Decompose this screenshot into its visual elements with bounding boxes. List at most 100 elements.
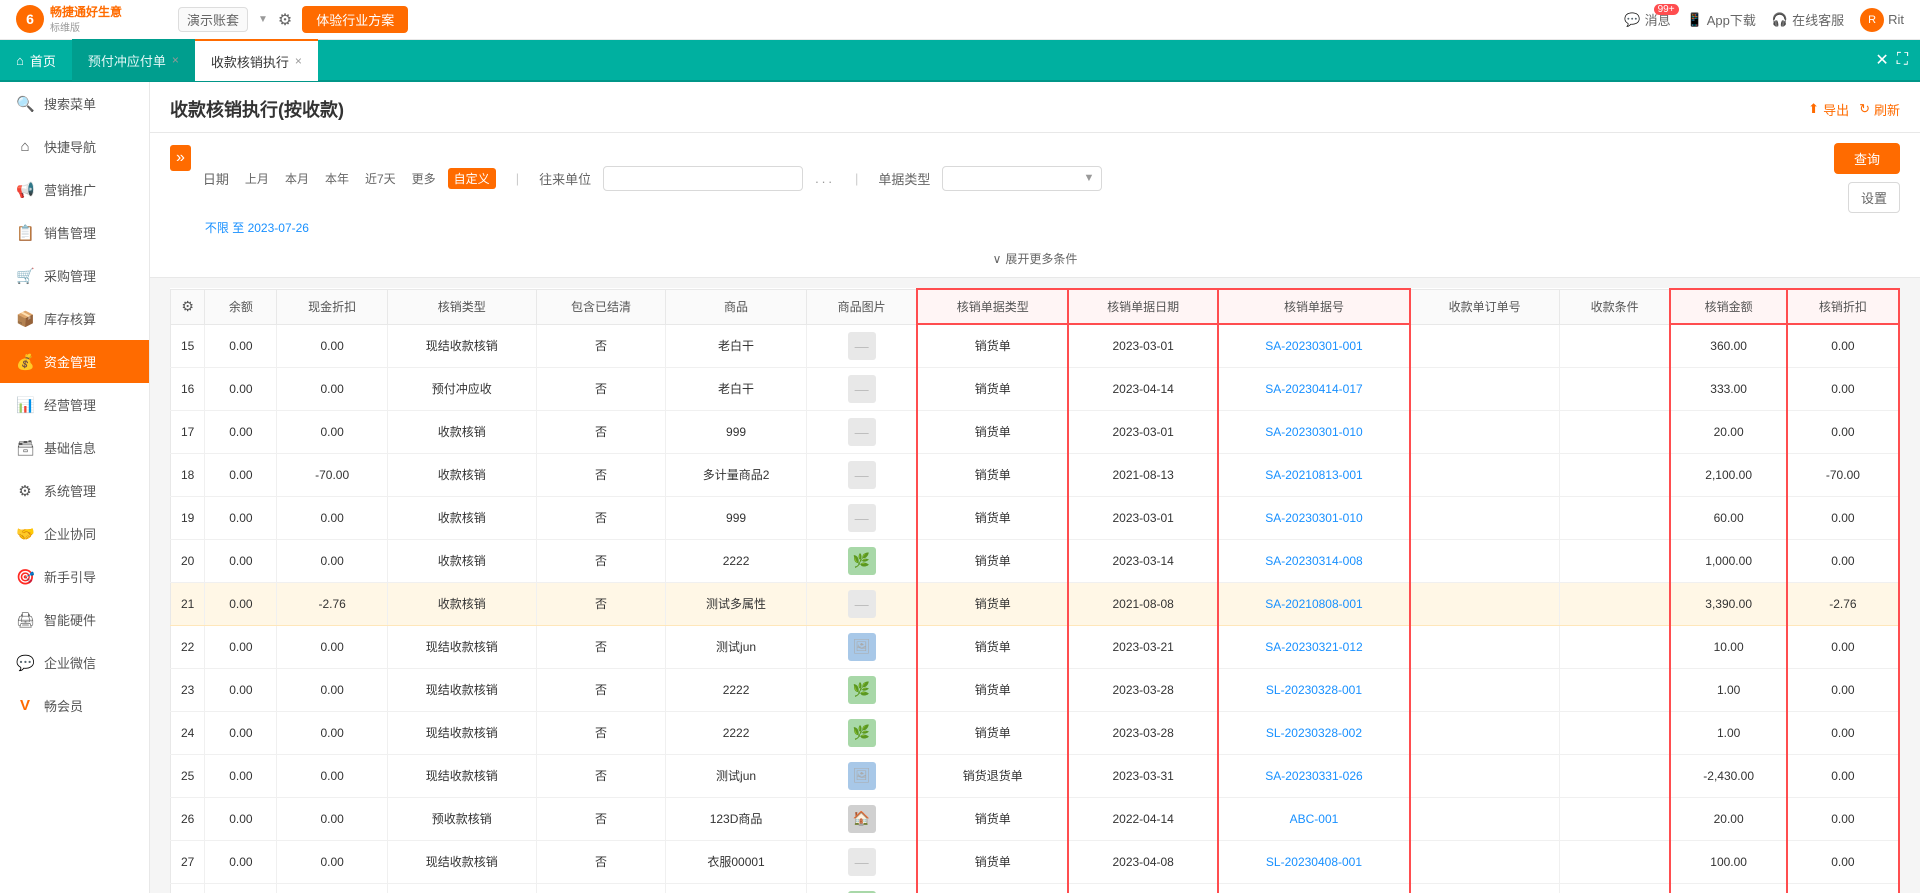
sidebar-item-inventory[interactable]: 📦 库存核算 — [0, 297, 149, 340]
top-bar: 6 畅捷通好生意 标维版 演示账套 ▼ ⚙ 体验行业方案 💬 消息 99+ 📱 … — [0, 0, 1920, 40]
tab-receipt-verify[interactable]: 收款核销执行 × — [195, 39, 318, 81]
sidebar-item-wechat[interactable]: 💬 企业微信 — [0, 641, 149, 684]
company-dropdown-icon[interactable]: ▼ — [258, 14, 268, 25]
logo-text-area: 畅捷通好生意 标维版 — [50, 5, 122, 34]
cell-verify-type: 收款核销 — [387, 496, 536, 539]
verify-bill-no-link[interactable]: ABC-001 — [1290, 812, 1339, 826]
th-verify-amount: 核销金额 — [1670, 289, 1786, 324]
sidebar-item-collab[interactable]: 🤝 企业协同 — [0, 512, 149, 555]
th-verify-bill-type: 核销单据类型 — [917, 289, 1067, 324]
sidebar-item-finance[interactable]: 💰 资金管理 — [0, 340, 149, 383]
cell-verify-discount: 0.00 — [1787, 754, 1899, 797]
cell-receipt-order-no — [1410, 453, 1560, 496]
sidebar-item-search[interactable]: 🔍 搜索菜单 — [0, 82, 149, 125]
sidebar-item-member[interactable]: V 畅会员 — [0, 684, 149, 727]
date-link-last-month[interactable]: 上月 — [241, 168, 273, 189]
finance-icon: 💰 — [16, 353, 34, 371]
tab-receipt-verify-close[interactable]: × — [295, 54, 302, 68]
app-download[interactable]: 📱 App下载 — [1687, 10, 1756, 29]
expand-conditions-btn[interactable]: ∨ 展开更多条件 — [993, 250, 1078, 267]
verify-bill-no-link[interactable]: SL-20230328-002 — [1266, 726, 1362, 740]
sidebar-item-basic[interactable]: 🗃 基础信息 — [0, 426, 149, 469]
settings-icon[interactable]: ⚙ — [278, 10, 292, 30]
sidebar-search-label: 搜索菜单 — [44, 94, 96, 113]
verify-bill-no-link[interactable]: SL-20230408-001 — [1266, 855, 1362, 869]
sidebar-item-quicknav[interactable]: ⌂ 快捷导航 — [0, 125, 149, 168]
date-link-7days[interactable]: 近7天 — [361, 168, 400, 189]
industry-btn[interactable]: 体验行业方案 — [302, 6, 408, 33]
cell-receipt-condition — [1559, 539, 1670, 582]
cell-cash-discount: 0.00 — [277, 496, 387, 539]
cell-verify-amount: -2,430.00 — [1670, 754, 1786, 797]
cell-verify-bill-date: 2023-03-28 — [1068, 711, 1218, 754]
cell-verify-bill-no: SA-20210808-001 — [1218, 582, 1409, 625]
purchase-icon: 🛒 — [16, 267, 34, 285]
sidebar-item-sales[interactable]: 📋 销售管理 — [0, 211, 149, 254]
verify-bill-no-link[interactable]: SA-20230301-010 — [1265, 511, 1362, 525]
verify-bill-no-link[interactable]: SA-20230301-010 — [1265, 425, 1362, 439]
notification-area[interactable]: 💬 消息 99+ — [1624, 10, 1670, 29]
sidebar-item-management[interactable]: 📊 经营管理 — [0, 383, 149, 426]
cell-verify-type: 现结收款核销 — [387, 754, 536, 797]
company-name[interactable]: 演示账套 — [178, 7, 248, 32]
cell-verify-bill-date: 2023-03-31 — [1068, 754, 1218, 797]
verify-bill-no-link[interactable]: SA-20210808-001 — [1265, 597, 1362, 611]
sidebar-item-purchase[interactable]: 🛒 采购管理 — [0, 254, 149, 297]
cell-verify-bill-date: 2022-04-14 — [1068, 797, 1218, 840]
export-btn[interactable]: ⬆ 导出 — [1808, 100, 1849, 119]
table-settings-btn[interactable]: 设置 — [1848, 182, 1900, 213]
sidebar: 🔍 搜索菜单 ⌂ 快捷导航 📢 营销推广 📋 销售管理 🛒 采购管理 📦 库存核… — [0, 82, 150, 893]
cell-verify-amount: 60.00 — [1670, 496, 1786, 539]
maximize-window-icon[interactable]: ⛶ — [1897, 51, 1908, 69]
verify-bill-no-link[interactable]: SA-20230321-012 — [1265, 640, 1362, 654]
verify-bill-no-link[interactable]: SA-20230314-008 — [1265, 554, 1362, 568]
query-btn[interactable]: 查询 — [1834, 143, 1900, 174]
refresh-btn[interactable]: ↻ 刷新 — [1859, 100, 1900, 119]
table-row: 18 0.00 -70.00 收款核销 否 多计量商品2 — 销货单 2021-… — [171, 453, 1900, 496]
sales-icon: 📋 — [16, 224, 34, 242]
tab-prepay-close[interactable]: × — [172, 53, 179, 67]
cell-goods-image: 🏠 — [806, 797, 917, 840]
close-window-icon[interactable]: ✕ — [1875, 50, 1888, 70]
verify-bill-no-link[interactable]: SA-20210813-001 — [1265, 468, 1362, 482]
verify-bill-no-link[interactable]: SA-20230414-017 — [1265, 382, 1362, 396]
date-link-this-year[interactable]: 本年 — [321, 168, 353, 189]
th-balance: 余额 — [205, 289, 277, 324]
cell-id: 19 — [171, 496, 205, 539]
sidebar-item-hardware[interactable]: 🖨 智能硬件 — [0, 598, 149, 641]
verify-bill-no-link[interactable]: SL-20230328-001 — [1266, 683, 1362, 697]
date-link-custom[interactable]: 自定义 — [448, 168, 496, 189]
table-row: 15 0.00 0.00 现结收款核销 否 老白干 — 销货单 2023-03-… — [171, 324, 1900, 367]
verify-bill-no-link[interactable]: SA-20230331-026 — [1265, 769, 1362, 783]
cell-verify-discount: -70.00 — [1787, 453, 1899, 496]
sidebar-management-label: 经营管理 — [44, 395, 96, 414]
cell-balance: 0.00 — [205, 625, 277, 668]
table-body: 15 0.00 0.00 现结收款核销 否 老白干 — 销货单 2023-03-… — [171, 324, 1900, 893]
tab-prepay[interactable]: 预付冲应付单 × — [72, 39, 195, 81]
cell-verify-bill-date: 2023-03-01 — [1068, 496, 1218, 539]
cell-receipt-condition — [1559, 625, 1670, 668]
verify-bill-no-link[interactable]: SA-20230301-001 — [1265, 339, 1362, 353]
column-settings-icon[interactable]: ⚙ — [181, 298, 194, 314]
table-container[interactable]: ⚙ 余额 现金折扣 核销类型 包含已结清 商品 商品图片 核销单据类型 核销单据… — [150, 278, 1920, 893]
sidebar-item-system[interactable]: ⚙ 系统管理 — [0, 469, 149, 512]
cell-id: 26 — [171, 797, 205, 840]
cell-verify-bill-no: SA-20210813-001 — [1218, 453, 1409, 496]
cell-verify-amount: 1,000.00 — [1670, 539, 1786, 582]
tab-home[interactable]: ⌂ 首页 — [0, 39, 72, 81]
cell-receipt-condition — [1559, 797, 1670, 840]
partner-input[interactable] — [603, 166, 803, 191]
bill-type-select[interactable] — [942, 166, 1102, 191]
date-link-this-month[interactable]: 本月 — [281, 168, 313, 189]
user-info[interactable]: R Rit — [1860, 8, 1904, 32]
user-name: Rit — [1888, 12, 1904, 27]
online-service[interactable]: 🎧 在线客服 — [1772, 10, 1844, 29]
filter-expand-icon[interactable]: » — [170, 145, 191, 171]
sidebar-item-guide[interactable]: 🎯 新手引导 — [0, 555, 149, 598]
table-row: 24 0.00 0.00 现结收款核销 否 2222 🌿 销货单 2023-03… — [171, 711, 1900, 754]
sidebar-item-marketing[interactable]: 📢 营销推广 — [0, 168, 149, 211]
date-links: 上月 本月 本年 近7天 更多 自定义 — [241, 168, 496, 189]
cell-balance: 0.00 — [205, 840, 277, 883]
date-link-more[interactable]: 更多 — [408, 168, 440, 189]
cell-verify-amount: 3,390.00 — [1670, 582, 1786, 625]
